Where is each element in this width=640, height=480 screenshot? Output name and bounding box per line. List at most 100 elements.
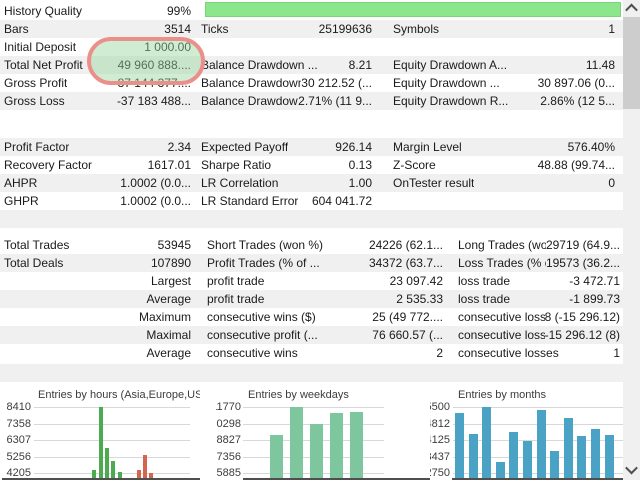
stat-value: 87 144 377.... (117, 76, 191, 90)
y-axis-label: 4812 (430, 417, 450, 430)
y-axis-label: 5500 (430, 401, 450, 413)
stat-label: Bars (4, 22, 29, 36)
chart-3: Entries by months 5500 4812 4125 3437 2750 (430, 383, 623, 480)
chart-bar (468, 433, 478, 480)
chart-title: Entries by months (458, 389, 547, 401)
y-axis-label: 5885 (216, 467, 241, 479)
stat-value: -1 899.73 (569, 292, 620, 306)
stat-label: consecutive profit (... (207, 328, 318, 342)
table-row: Largest profit trade 23 097.42 loss trade -3… (0, 272, 623, 290)
stat-label: OnTester result (393, 176, 475, 190)
stat-value: Largest (150, 274, 191, 288)
stat-label: Expected Payoff (201, 140, 289, 154)
stat-value: 0.13 (348, 158, 372, 172)
stat-label: Sharpe Ratio (201, 158, 272, 172)
stat-label: Total Trades (4, 238, 70, 252)
stat-value: -15 296.12 (8) (544, 328, 620, 342)
stat-label: Z-Score (393, 158, 436, 172)
table-row: Gross Profit 87 144 377.... Balance Drawdo… (0, 74, 623, 92)
table-row: Total Net Profit 49 960 888.... Balance Dr… (0, 56, 623, 74)
stat-value: 1.0002 (0.0... (120, 194, 191, 208)
chart-2: Entries by weekdays 11770 10298 8827 7356 588… (216, 383, 432, 480)
y-axis-label: 8410 (6, 401, 31, 413)
stat-value: 11.48 (585, 58, 615, 72)
stat-value: 2.71% (11 9... (298, 94, 372, 108)
stat-value: 1 000.00 (144, 40, 191, 54)
stat-label: Loss Trades (% of t... (458, 256, 546, 270)
vertical-scrollbar[interactable] (623, 0, 640, 480)
stat-label: Balance Drawdown ... (201, 94, 298, 108)
table-row: Bars 3514 Ticks 25199636 Symbols 1 (0, 20, 623, 38)
chevron-down-icon (625, 461, 638, 475)
table-spacer-row (0, 364, 623, 382)
stat-value: 19573 (36.2... (545, 256, 620, 270)
stat-label: Ticks (201, 22, 229, 36)
gridline (453, 407, 623, 408)
stat-label: Symbols (393, 22, 440, 36)
stat-value: -37 183 488... (116, 94, 191, 108)
stat-value: Average (146, 292, 191, 306)
stat-label: Balance Drawdown ... (201, 58, 318, 72)
stat-label: consecutive loss (co... (458, 328, 545, 342)
stat-label: Profit Trades (% of ... (207, 256, 320, 270)
y-axis-label: 2750 (430, 467, 450, 479)
chart-bar (509, 431, 519, 480)
stat-label: Profit Factor (4, 140, 70, 154)
gridline (34, 423, 190, 425)
table-row: Average consecutive wins 2 consecutive loss… (0, 344, 623, 362)
history-quality-progress-bar (205, 2, 621, 17)
stat-value: Maximal (146, 328, 191, 342)
scrollbar-up-button[interactable] (623, 0, 640, 17)
scrollbar-thumb[interactable] (623, 17, 640, 109)
table-row: Profit Factor 2.34 Expected Payoff 926.14 Ma… (0, 138, 623, 156)
stat-value: 25 (49 772.... (372, 310, 443, 324)
table-row: Maximal consecutive profit (... 76 660.57 … (0, 326, 623, 344)
gridline (243, 407, 384, 408)
table-row: Maximum consecutive wins ($) 25 (49 772...… (0, 308, 623, 326)
stat-value: 1 (608, 22, 615, 36)
stat-label: Total Net Profit (4, 58, 83, 72)
y-axis-label: 8827 (216, 434, 241, 446)
stat-label: Equity Drawdown A... (393, 58, 508, 72)
stat-label: Balance Drawdown ... (201, 76, 302, 90)
stat-label: loss trade (458, 292, 511, 306)
chart-title: Entries by hours (Asia,Europe,USA) (38, 389, 200, 401)
stat-label: Margin Level (393, 140, 462, 154)
stat-value: 1.0002 (0.0... (120, 176, 191, 190)
stat-value: 0 (608, 176, 615, 190)
chart-bar (591, 429, 600, 480)
scrollbar-down-button[interactable] (623, 461, 640, 478)
table-spacer-row (0, 210, 623, 228)
stat-value: Average (146, 346, 191, 360)
stat-value: 48.88 (99.74... (537, 158, 615, 172)
stat-value: 25199636 (318, 22, 372, 36)
stat-value: 3514 (164, 22, 191, 36)
table-row: AHPR 1.0002 (0.0... LR Correlation 1.00 OnTe… (0, 174, 623, 192)
y-axis-label: 7356 (216, 450, 241, 463)
stat-value: 604 041.72 (311, 194, 372, 208)
stat-value: 2.86% (12 5... (540, 94, 615, 108)
chart-bar (523, 440, 532, 480)
y-axis-label: 4125 (430, 434, 450, 446)
table-row: Total Deals 107890 Profit Trades (% of ...… (0, 254, 623, 272)
stat-label: Total Deals (4, 256, 64, 270)
stat-label: History Quality (4, 4, 83, 18)
stat-value: 30 212.52 (... (301, 76, 372, 90)
stat-value: 23 097.42 (389, 274, 443, 288)
chart-bar (482, 407, 492, 480)
stat-value: 2 535.33 (396, 292, 443, 306)
chart-bar (563, 418, 573, 480)
stat-value: 1.00 (348, 176, 372, 190)
table-row: Initial Deposit 1 000.00 (0, 38, 623, 56)
stat-value: 2 (436, 346, 443, 360)
stat-label: Gross Loss (4, 94, 65, 108)
stat-label: consecutive wins ($) (207, 310, 316, 324)
stat-value: 76 660.57 (... (372, 328, 443, 342)
chart-bar (577, 435, 587, 480)
stat-value: 576.40% (567, 140, 615, 154)
y-axis-label: 10298 (216, 417, 241, 430)
stat-label: Equity Drawdown R... (393, 94, 509, 108)
table-row: Recovery Factor 1617.01 Sharpe Ratio 0.13 Z-… (0, 156, 623, 174)
y-axis-label: 11770 (216, 401, 241, 413)
stat-value: 29719 (64.9... (545, 238, 620, 252)
